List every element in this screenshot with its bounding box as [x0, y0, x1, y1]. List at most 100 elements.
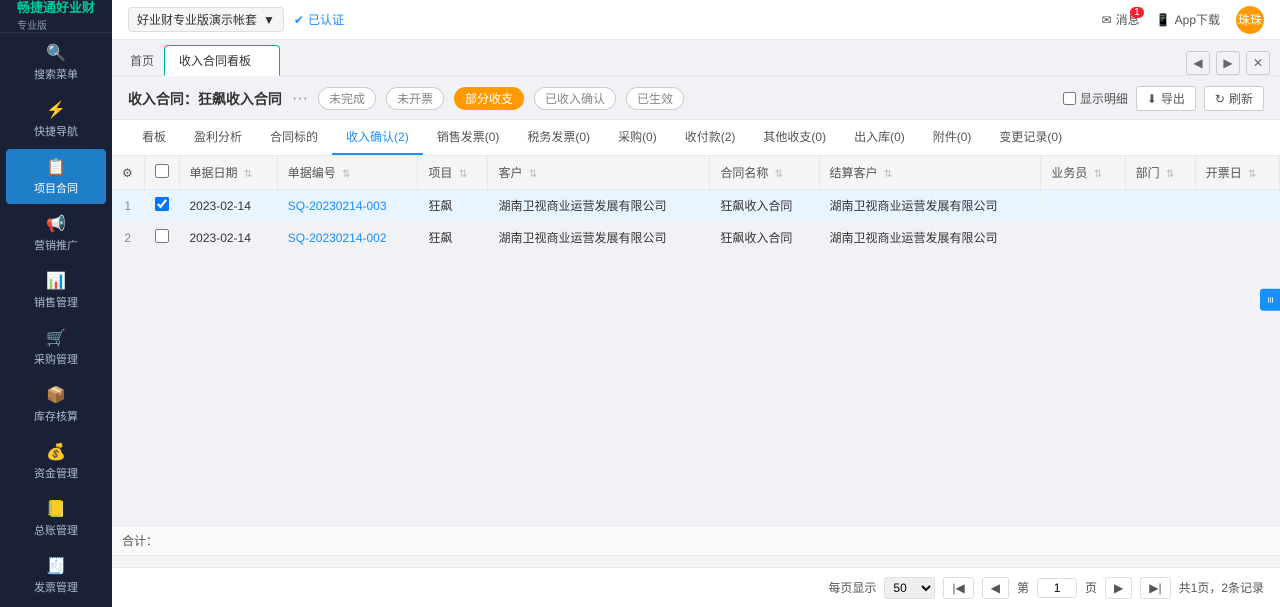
sidebar-item-icon-8: 📒 [46, 499, 66, 519]
status-confirmed[interactable]: 已收入确认 [534, 87, 616, 110]
status-partial[interactable]: 部分收支 [454, 87, 524, 110]
sidebar-item-icon-1: ⚡ [46, 100, 66, 120]
inner-tab-0[interactable]: 看板 [128, 120, 180, 155]
total-info: 共1页，2条记录 [1179, 579, 1264, 596]
sidebar-item-1[interactable]: ⚡ 快捷导航 [6, 92, 106, 147]
horizontal-scrollbar[interactable] [112, 555, 1280, 567]
tab-bar: 首页 收入合同看板 ✕ ◀ ▶ ✕ [112, 40, 1280, 76]
float-right-panel-btn[interactable]: ≡ [1260, 289, 1280, 311]
topbar-right: ✉ 消息 1 📱 App下载 珠珠 [1102, 6, 1264, 34]
row-customer-0: 湖南卫视商业运营发展有限公司 [488, 190, 710, 222]
tab-contract-board[interactable]: 收入合同看板 ✕ [164, 45, 280, 76]
contract-name-col-header[interactable]: 合同名称 ⇅ [710, 156, 819, 190]
main-area: 好业财专业版演示帐套 ▼ ✔ 已认证 ✉ 消息 1 📱 App下载 珠珠 首页 … [112, 0, 1280, 607]
message-button[interactable]: ✉ 消息 1 [1102, 11, 1140, 28]
inner-tab-5[interactable]: 税务发票(0) [513, 120, 604, 155]
row-checkbox-1[interactable] [144, 222, 179, 254]
sidebar-item-8[interactable]: 📒 总账管理 [6, 491, 106, 546]
inner-tab-3[interactable]: 收入确认(2) [332, 120, 423, 155]
inner-tab-10[interactable]: 附件(0) [919, 120, 986, 155]
sidebar-item-label-4: 销售管理 [34, 294, 78, 310]
status-uninvoiced[interactable]: 未开票 [386, 87, 444, 110]
row-number-0[interactable]: SQ-20230214-003 [277, 190, 418, 222]
tab-home[interactable]: 首页 [122, 46, 162, 75]
customer-col-header[interactable]: 客户 ⇅ [488, 156, 710, 190]
status-effective[interactable]: 已生效 [626, 87, 684, 110]
sidebar-item-6[interactable]: 📦 库存核算 [6, 377, 106, 432]
row-salesman-0 [1041, 190, 1125, 222]
invoice-date-col-header[interactable]: 开票日 ⇅ [1195, 156, 1279, 190]
certified-badge: ✔ 已认证 [294, 11, 344, 28]
sidebar-item-9[interactable]: 🧾 发票管理 [6, 548, 106, 603]
inner-tab-9[interactable]: 出入库(0) [840, 120, 919, 155]
show-detail-checkbox[interactable] [1063, 92, 1076, 105]
date-col-header[interactable]: 单据日期 ⇅ [179, 156, 277, 190]
salesman-col-header[interactable]: 业务员 ⇅ [1041, 156, 1125, 190]
select-all-checkbox[interactable] [155, 164, 169, 178]
sidebar-item-2[interactable]: 📋 项目合同 [6, 149, 106, 204]
first-page-button[interactable]: |◀ [943, 577, 973, 599]
current-page-input[interactable] [1037, 578, 1077, 598]
avatar-label: 珠珠 [1238, 11, 1262, 28]
per-page-select[interactable]: 50 100 200 [884, 577, 935, 599]
row-customer-1: 湖南卫视商业运营发展有限公司 [488, 222, 710, 254]
download-icon: 📱 [1156, 13, 1171, 27]
row-number-1[interactable]: SQ-20230214-002 [277, 222, 418, 254]
inner-tabs: 看板盈利分析合同标的收入确认(2)销售发票(0)税务发票(0)采购(0)收付款(… [112, 120, 1280, 156]
sidebar-item-0[interactable]: 🔍 搜索菜单 [6, 35, 106, 90]
nav-close-button[interactable]: ✕ [1246, 51, 1270, 75]
dept-col-header[interactable]: 部门 ⇅ [1125, 156, 1195, 190]
avatar[interactable]: 珠珠 [1236, 6, 1264, 34]
export-button[interactable]: ⬇ 导出 [1136, 86, 1196, 111]
number-col-header[interactable]: 单据编号 ⇅ [277, 156, 418, 190]
row-num-1: 2 [112, 222, 144, 254]
sort-icon: ⇅ [884, 169, 892, 180]
inner-tab-2[interactable]: 合同标的 [256, 120, 332, 155]
checkbox-col-header[interactable] [144, 156, 179, 190]
tab-close-icon[interactable]: ✕ [257, 55, 265, 66]
inner-tab-4[interactable]: 销售发票(0) [423, 120, 514, 155]
inner-tab-7[interactable]: 收付款(2) [671, 120, 750, 155]
sidebar-item-icon-2: 📋 [46, 157, 66, 177]
row-invoice-date-0 [1195, 190, 1279, 222]
more-button[interactable]: ··· [292, 90, 308, 108]
row-project-1: 狂飙 [418, 222, 488, 254]
sidebar-item-4[interactable]: 📊 销售管理 [6, 263, 106, 318]
sort-icon: ⇅ [244, 169, 252, 180]
sort-icon: ⇅ [1248, 169, 1256, 180]
sidebar-item-label-2: 项目合同 [34, 180, 78, 196]
inner-tab-6[interactable]: 采购(0) [604, 120, 671, 155]
sidebar-item-icon-5: 🛒 [46, 328, 66, 348]
nav-next-button[interactable]: ▶ [1216, 51, 1240, 75]
project-col-header[interactable]: 项目 ⇅ [418, 156, 488, 190]
tab-contract-label: 收入合同看板 [179, 52, 251, 69]
row-salesman-1 [1041, 222, 1125, 254]
nav-prev-button[interactable]: ◀ [1186, 51, 1210, 75]
check-icon: ✔ [294, 13, 304, 27]
row-contract-name-0: 狂飙收入合同 [710, 190, 819, 222]
last-page-button[interactable]: ▶| [1140, 577, 1170, 599]
sidebar-item-7[interactable]: 💰 资金管理 [6, 434, 106, 489]
next-page-button[interactable]: ▶ [1105, 577, 1132, 599]
sidebar-item-3[interactable]: 📢 营销推广 [6, 206, 106, 261]
refresh-button[interactable]: ↻ 刷新 [1204, 86, 1264, 111]
sidebar-item-label-8: 总账管理 [34, 522, 78, 538]
sidebar-item-label-7: 资金管理 [34, 465, 78, 481]
sidebar: 畅捷通好业财 专业版 🔍 搜索菜单 ⚡ 快捷导航 📋 项目合同 📢 营销推广 📊… [0, 0, 112, 607]
row-checkbox-0[interactable] [144, 190, 179, 222]
inner-tab-1[interactable]: 盈利分析 [180, 120, 256, 155]
prev-page-button[interactable]: ◀ [982, 577, 1009, 599]
app-download-button[interactable]: 📱 App下载 [1156, 11, 1220, 28]
company-selector[interactable]: 好业财专业版演示帐套 ▼ [128, 7, 284, 32]
settings-icon: ⚙ [122, 166, 133, 180]
export-label: 导出 [1161, 90, 1185, 107]
table-row[interactable]: 1 2023-02-14 SQ-20230214-003 狂飙 湖南卫视商业运营… [112, 190, 1280, 222]
status-incomplete[interactable]: 未完成 [318, 87, 376, 110]
inner-tab-8[interactable]: 其他收支(0) [749, 120, 840, 155]
table-row[interactable]: 2 2023-02-14 SQ-20230214-002 狂飙 湖南卫视商业运营… [112, 222, 1280, 254]
show-detail-toggle[interactable]: 显示明细 [1063, 90, 1128, 107]
sidebar-item-icon-4: 📊 [46, 271, 66, 291]
sidebar-item-5[interactable]: 🛒 采购管理 [6, 320, 106, 375]
inner-tab-11[interactable]: 变更记录(0) [985, 120, 1076, 155]
settle-customer-col-header[interactable]: 结算客户 ⇅ [819, 156, 1041, 190]
